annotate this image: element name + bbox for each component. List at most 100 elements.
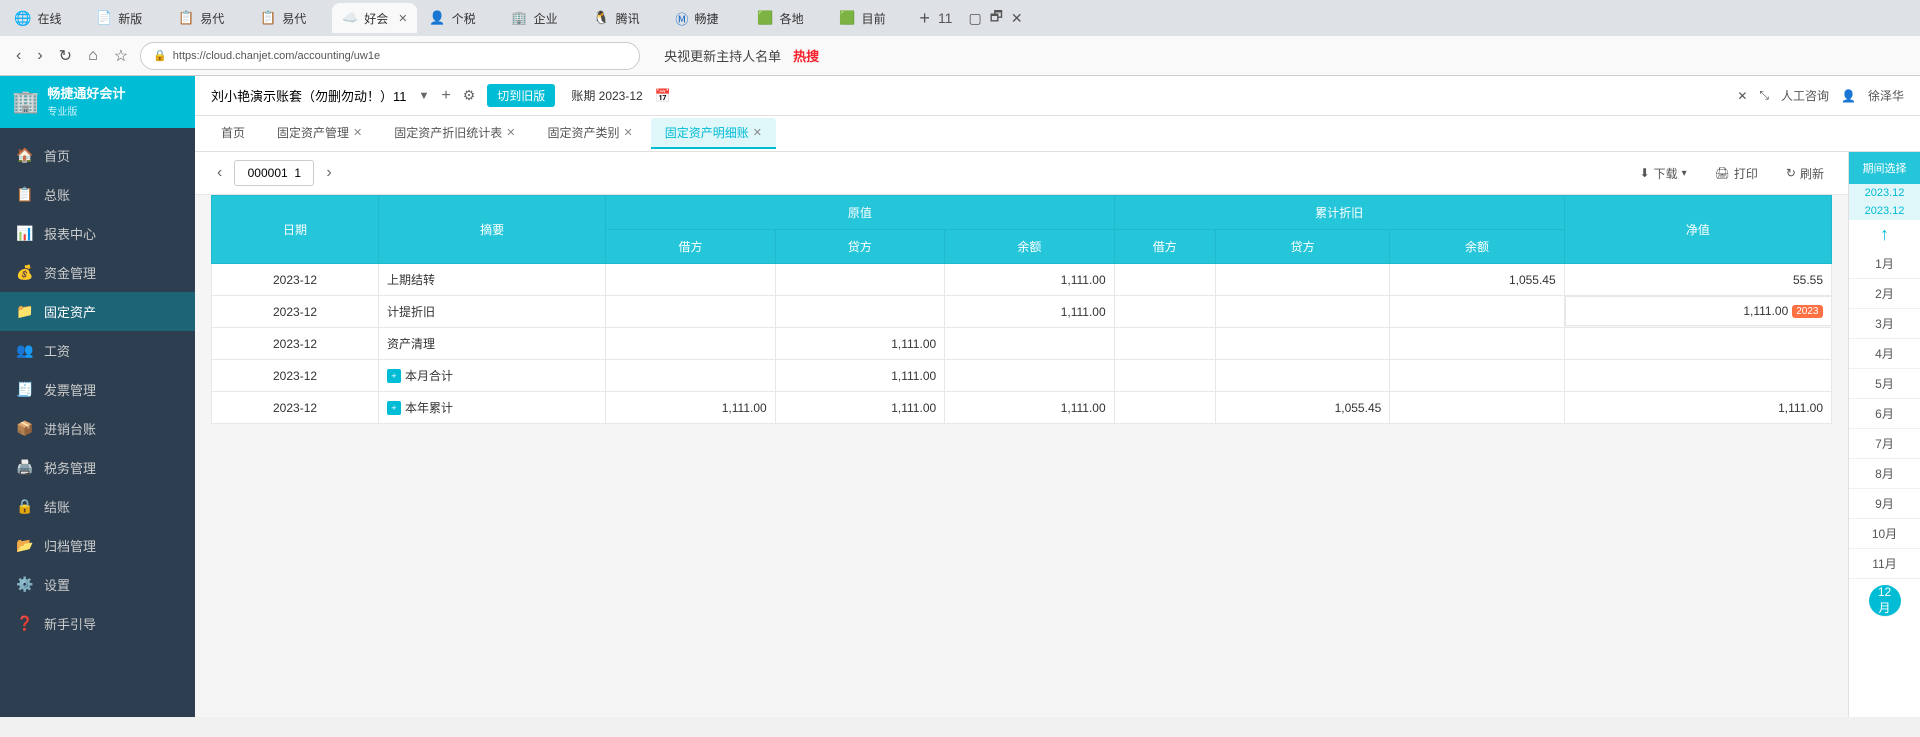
main-content: 刘小艳演示账套（勿删勿动！）11 ▼ + ⚙ 切到旧版 账期 2023-12 📅… (195, 76, 1920, 717)
th-accum-balance: 余额 (1390, 230, 1564, 264)
browser-tab-changjie[interactable]: Ⓜ 畅捷 (665, 3, 745, 33)
hot-search-label[interactable]: 热搜 (793, 46, 819, 65)
print-button[interactable]: 🖨 打印 (1707, 161, 1766, 186)
browser-tab-new[interactable]: 📄 新版 (86, 3, 166, 33)
tab-category[interactable]: 固定资产类别 ✕ (533, 118, 646, 149)
sidebar-item-archive[interactable]: 📂 归档管理 (0, 526, 195, 565)
period-month-9[interactable]: 9月 (1849, 489, 1920, 519)
browser-tab-yidai1[interactable]: 📋 易代 (168, 3, 248, 33)
settings-small-button[interactable]: ⚙ (463, 87, 476, 104)
dropdown-arrow-icon[interactable]: ▼ (419, 90, 430, 102)
tab-depreciation-stats-label: 固定资产折旧统计表 (394, 124, 502, 141)
tax-icon: 🖨️ (16, 458, 34, 476)
app-header: 刘小艳演示账套（勿删勿动！）11 ▼ + ⚙ 切到旧版 账期 2023-12 📅… (195, 76, 1920, 116)
download-button[interactable]: ⬇ 下载 ▾ (1632, 161, 1695, 186)
period-month-5[interactable]: 5月 (1849, 369, 1920, 399)
period-month-3[interactable]: 3月 (1849, 309, 1920, 339)
sidebar-item-tax[interactable]: 🖨️ 税务管理 (0, 448, 195, 487)
browser-tab-gedi[interactable]: 🟩 各地 (747, 3, 827, 33)
period-month-1[interactable]: 1月 (1849, 249, 1920, 279)
tab-close-category[interactable]: ✕ (624, 126, 633, 139)
th-accum-debit: 借方 (1114, 230, 1215, 264)
cell-accum-credit (1215, 296, 1389, 328)
sidebar-item-close-label: 结账 (44, 497, 70, 516)
page-number-input[interactable] (234, 160, 314, 186)
logo-title: 畅捷通好会计 (47, 86, 125, 103)
expand-icon[interactable]: ⤡ (1759, 88, 1769, 103)
browser-tab-yidai2[interactable]: 📋 易代 (250, 3, 330, 33)
tab-close-fixed-assets-mgmt[interactable]: ✕ (353, 126, 362, 139)
switch-to-old-version-button[interactable]: 切到旧版 (487, 84, 555, 107)
back-button[interactable]: ‹ (12, 43, 25, 69)
bookmark-button[interactable]: ☆ (110, 42, 132, 70)
prev-page-button[interactable]: ‹ (211, 162, 228, 184)
browser-tab-muqian[interactable]: 🟩 目前 (829, 3, 909, 33)
human-service-button[interactable]: 人工咨询 (1781, 87, 1829, 104)
browser-tab-haohui[interactable]: ☁️ 好会 ✕ (332, 3, 417, 33)
add-account-button[interactable]: + (441, 87, 450, 105)
cell-accum-credit (1215, 360, 1389, 392)
calendar-icon[interactable]: 📅 (655, 88, 671, 104)
period-month-8[interactable]: 8月 (1849, 459, 1920, 489)
th-date: 日期 (212, 196, 379, 264)
period-month-10[interactable]: 10月 (1849, 519, 1920, 549)
new-tab-button[interactable]: + (919, 8, 930, 29)
period-month-4[interactable]: 4月 (1849, 339, 1920, 369)
browser-tab-geshui[interactable]: 👤 个税 (419, 3, 499, 33)
browser-tab-qiye[interactable]: 🏢 企业 (501, 3, 581, 33)
cell-orig-balance: 1,111.00 (945, 296, 1114, 328)
sidebar-item-invoice[interactable]: 🧾 发票管理 (0, 370, 195, 409)
sidebar-item-trade[interactable]: 📦 进销台账 (0, 409, 195, 448)
sidebar-item-salary[interactable]: 👥 工资 (0, 331, 195, 370)
maximize-button[interactable]: 🗗 (990, 6, 1003, 30)
tab-close-depreciation-stats[interactable]: ✕ (506, 126, 515, 139)
tab-label-haohui: 好会 (364, 10, 388, 27)
reload-button[interactable]: ↻ (55, 42, 76, 70)
period-month-6[interactable]: 6月 (1849, 399, 1920, 429)
close-window-button[interactable]: ✕ (1011, 10, 1023, 27)
address-input[interactable]: 🔒 https://cloud.chanjet.com/accounting/u… (140, 42, 640, 70)
period-up-button[interactable]: ↑ (1849, 220, 1920, 249)
browser-toolbar-right: 央视更新主持人名单 热搜 (664, 46, 819, 65)
sidebar-item-settings-label: 设置 (44, 575, 70, 594)
sidebar-item-close[interactable]: 🔒 结账 (0, 487, 195, 526)
sidebar-item-settings[interactable]: ⚙️ 设置 (0, 565, 195, 604)
period-month-2[interactable]: 2月 (1849, 279, 1920, 309)
sidebar-item-cashflow[interactable]: 💰 资金管理 (0, 253, 195, 292)
sidebar-item-home[interactable]: 🏠 首页 (0, 136, 195, 175)
cell-summary: 上期结转 (379, 264, 606, 296)
period-month-12[interactable]: 12月 (1869, 585, 1901, 617)
next-page-button[interactable]: › (320, 162, 337, 184)
browser-tab-tengxun[interactable]: 🐧 腾讯 (583, 3, 663, 33)
tab-depreciation-stats[interactable]: 固定资产折旧统计表 ✕ (380, 118, 529, 149)
tab-close-haohui[interactable]: ✕ (398, 12, 407, 25)
sidebar-item-ledger[interactable]: 📋 总账 (0, 175, 195, 214)
period-month-11[interactable]: 11月 (1849, 549, 1920, 579)
forward-button[interactable]: › (33, 43, 46, 69)
tab-settings-button[interactable]: 11 (938, 10, 953, 26)
user-avatar[interactable]: 👤 (1841, 89, 1856, 103)
sidebar-item-archive-label: 归档管理 (44, 536, 96, 555)
tab-label-qiye: 企业 (534, 10, 558, 27)
minimize-button[interactable]: ▢ (968, 10, 981, 27)
sidebar-item-cashflow-label: 资金管理 (44, 263, 96, 282)
tab-detail-ledger-label: 固定资产明细账 (665, 124, 749, 141)
refresh-button[interactable]: ↻ 刷新 (1778, 161, 1832, 186)
page-navigation: ‹ › (211, 160, 338, 186)
sidebar-item-fixed-assets[interactable]: 📁 固定资产 (0, 292, 195, 331)
tab-icon-haohui: ☁️ (342, 10, 358, 26)
sidebar-item-home-label: 首页 (44, 146, 70, 165)
browser-tab-online[interactable]: 🌐 在线 (4, 3, 84, 33)
home-button[interactable]: ⌂ (84, 43, 102, 69)
minimize-panel-icon[interactable]: ✕ (1737, 89, 1747, 103)
tab-detail-ledger[interactable]: 固定资产明细账 ✕ (651, 118, 776, 149)
cashflow-icon: 💰 (16, 263, 34, 281)
cell-accum-balance (1390, 328, 1564, 360)
sidebar-item-report[interactable]: 📊 报表中心 (0, 214, 195, 253)
tab-fixed-assets-mgmt[interactable]: 固定资产管理 ✕ (263, 118, 376, 149)
tab-close-detail-ledger[interactable]: ✕ (753, 126, 762, 139)
cell-accum-debit (1114, 392, 1215, 424)
sidebar-item-guide[interactable]: ❓ 新手引导 (0, 604, 195, 643)
period-month-7[interactable]: 7月 (1849, 429, 1920, 459)
tab-homepage[interactable]: 首页 (207, 118, 259, 149)
